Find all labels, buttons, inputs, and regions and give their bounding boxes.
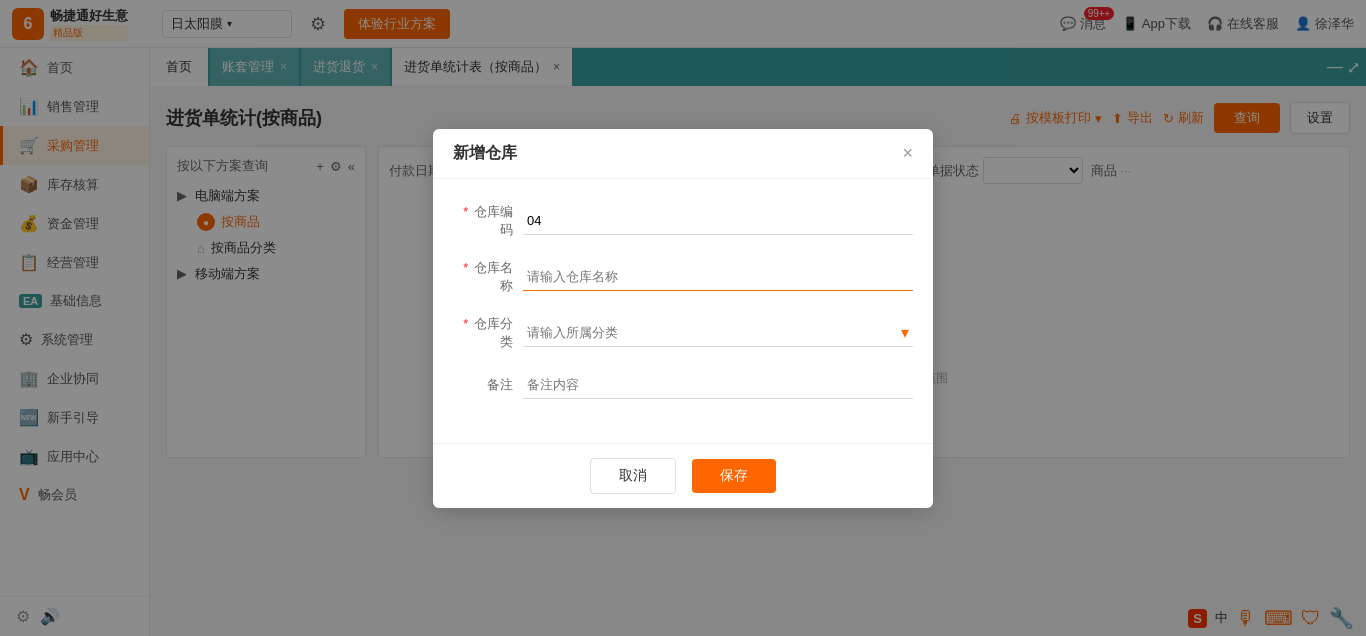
modal-close-button[interactable]: × <box>902 143 913 164</box>
modal-header: 新增仓库 × <box>433 129 933 179</box>
form-row-category: * 仓库分类 ▾ <box>453 315 913 351</box>
form-row-code: * 仓库编码 <box>453 203 913 239</box>
category-select-row[interactable]: ▾ <box>523 319 913 347</box>
modal-title: 新增仓库 <box>453 143 517 164</box>
form-row-name: * 仓库名称 <box>453 259 913 295</box>
name-label: * 仓库名称 <box>453 259 523 295</box>
required-star-category: * <box>463 316 468 331</box>
modal-body: * 仓库编码 * 仓库名称 * 仓库分类 <box>433 179 933 443</box>
category-label: * 仓库分类 <box>453 315 523 351</box>
warehouse-name-input[interactable] <box>523 263 913 291</box>
add-warehouse-modal: 新增仓库 × * 仓库编码 * 仓库名称 <box>433 129 933 508</box>
warehouse-code-input[interactable] <box>523 207 913 235</box>
category-dropdown-icon[interactable]: ▾ <box>901 323 909 342</box>
cancel-button[interactable]: 取消 <box>590 458 676 494</box>
category-select-input[interactable] <box>527 325 901 340</box>
note-input[interactable] <box>523 371 913 399</box>
save-button[interactable]: 保存 <box>692 459 776 493</box>
required-star-name: * <box>463 260 468 275</box>
required-star-code: * <box>463 204 468 219</box>
form-row-note: 备注 <box>453 371 913 399</box>
note-label: 备注 <box>453 376 523 394</box>
modal-overlay[interactable]: 新增仓库 × * 仓库编码 * 仓库名称 <box>0 0 1366 636</box>
code-label: * 仓库编码 <box>453 203 523 239</box>
modal-footer: 取消 保存 <box>433 443 933 508</box>
